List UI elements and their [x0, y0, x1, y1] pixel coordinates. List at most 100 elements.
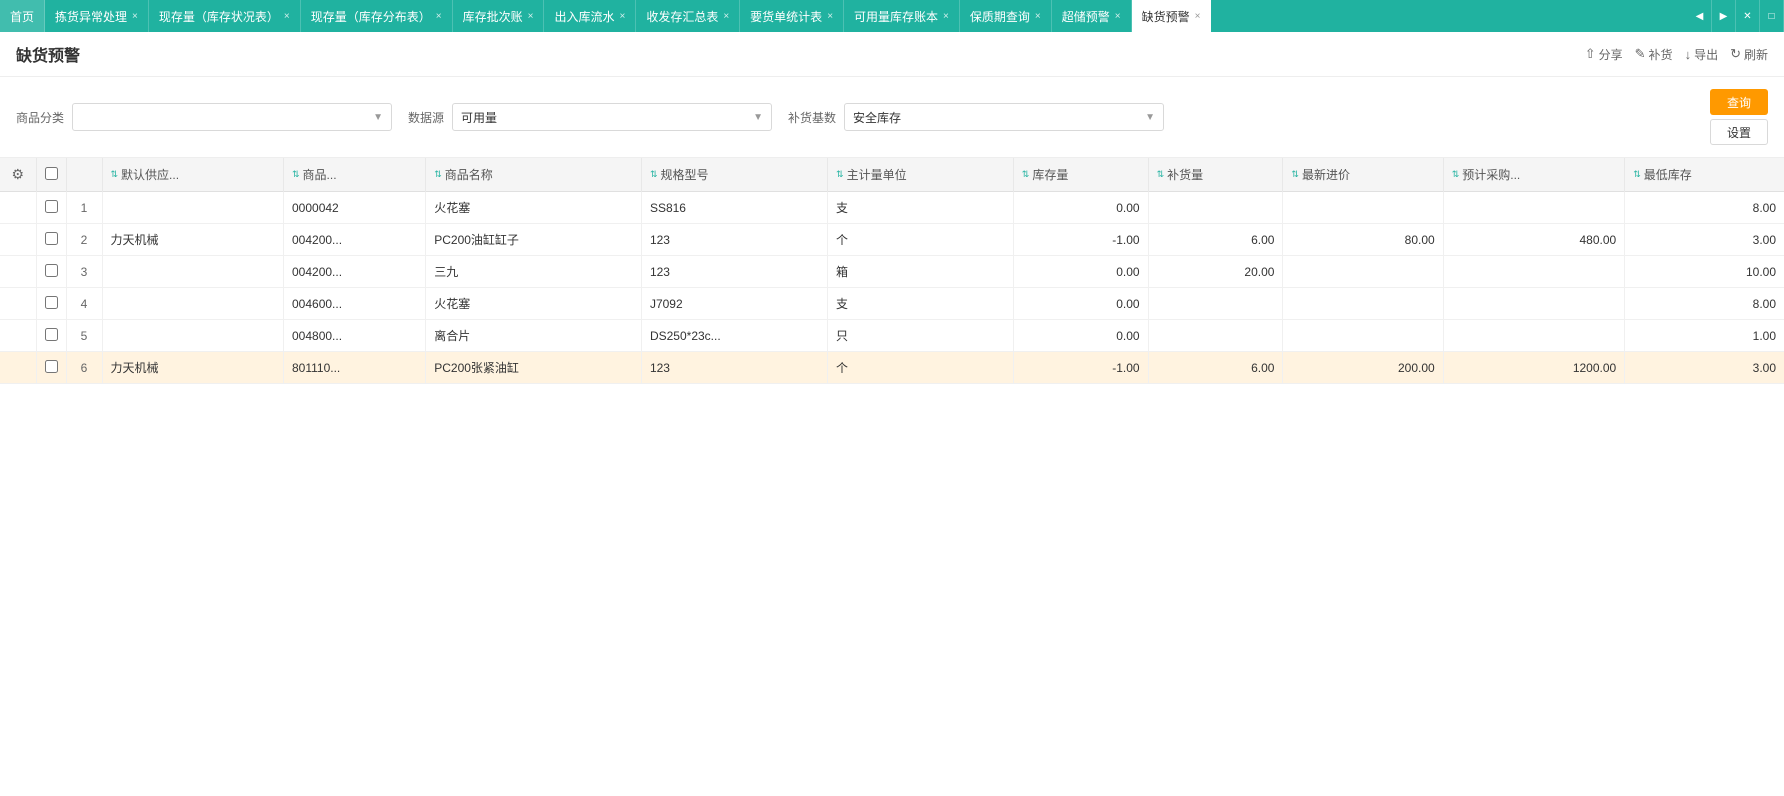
tab-close-6[interactable]: × — [723, 11, 729, 22]
sort-icon-est-purchase: ⇅ — [1452, 169, 1460, 180]
td-check-1 — [36, 224, 66, 256]
page-title: 缺货预警 — [16, 42, 80, 66]
datasource-label: 数据源 — [408, 109, 444, 126]
row-checkbox-3[interactable] — [45, 296, 58, 309]
th-stock: ⇅ 库存量 — [1013, 158, 1148, 192]
td-gear-4 — [0, 320, 36, 352]
tab-shelf-life[interactable]: 保质期查询 × — [960, 0, 1052, 32]
tab-batch-account[interactable]: 库存批次账 × — [453, 0, 545, 32]
tab-overstock[interactable]: 超储预警 × — [1052, 0, 1132, 32]
tab-close-9[interactable]: × — [1035, 11, 1041, 22]
table-row: 1 0000042 火花塞 SS816 支 0.00 8.00 — [0, 192, 1784, 224]
tab-stock-dist[interactable]: 现存量（库存分布表） × — [301, 0, 453, 32]
query-button[interactable]: 查询 — [1710, 89, 1768, 115]
replenish-base-filter-group: 补货基数 安全库存 ▼ — [788, 103, 1164, 131]
td-stock-5: -1.00 — [1013, 352, 1148, 384]
sort-icon-spec: ⇅ — [650, 169, 658, 180]
tab-pick-exception[interactable]: 拣货异常处理 × — [45, 0, 149, 32]
category-select[interactable]: ▼ — [72, 103, 392, 131]
td-gear-0 — [0, 192, 36, 224]
tab-nav-next[interactable]: ▶ — [1712, 0, 1736, 32]
td-rownum-0: 1 — [66, 192, 102, 224]
tab-shortage-warning[interactable]: 缺货预警 × — [1132, 0, 1212, 32]
tab-close-5[interactable]: × — [619, 11, 625, 22]
tab-inout-flow[interactable]: 出入库流水 × — [544, 0, 636, 32]
td-unit-3: 支 — [828, 288, 1014, 320]
td-price-0 — [1283, 192, 1443, 224]
refresh-button[interactable]: ↻ 刷新 — [1730, 46, 1768, 63]
td-gear-3 — [0, 288, 36, 320]
td-rownum-4: 5 — [66, 320, 102, 352]
tab-close-10[interactable]: × — [1115, 11, 1121, 22]
td-unit-4: 只 — [828, 320, 1014, 352]
replenish-base-select[interactable]: 安全库存 ▼ — [844, 103, 1164, 131]
sort-icon-stock: ⇅ — [1022, 169, 1030, 180]
filter-actions: 查询 设置 — [1710, 89, 1768, 145]
main-content: 缺货预警 ⇧ 分享 ✎ 补货 ↓ 导出 ↻ 刷新 商品分类 — [0, 32, 1784, 796]
tab-nav-prev[interactable]: ◀ — [1688, 0, 1712, 32]
gear-settings-icon[interactable]: ⚙ — [11, 166, 24, 182]
tab-close-4[interactable]: × — [528, 11, 534, 22]
row-checkbox-2[interactable] — [45, 264, 58, 277]
settings-button[interactable]: 设置 — [1710, 119, 1768, 145]
tab-requisition-stats[interactable]: 要货单统计表 × — [740, 0, 844, 32]
td-min-stock-5: 3.00 — [1625, 352, 1784, 384]
share-icon: ⇧ — [1585, 46, 1596, 62]
export-button[interactable]: ↓ 导出 — [1685, 46, 1719, 63]
datasource-select[interactable]: 可用量 ▼ — [452, 103, 772, 131]
tab-stock-status[interactable]: 现存量（库存状况表） × — [149, 0, 301, 32]
td-rownum-5: 6 — [66, 352, 102, 384]
header-actions: ⇧ 分享 ✎ 补货 ↓ 导出 ↻ 刷新 — [1585, 46, 1768, 63]
td-min-stock-2: 10.00 — [1625, 256, 1784, 288]
table-row: 2 力天机械 004200... PC200油缸缸子 123 个 -1.00 6… — [0, 224, 1784, 256]
td-spec-5: 123 — [641, 352, 827, 384]
tab-nav-buttons: ◀ ▶ ✕ □ — [1688, 0, 1784, 32]
table-body: 1 0000042 火花塞 SS816 支 0.00 8.00 2 力天机械 0… — [0, 192, 1784, 384]
tab-home[interactable]: 首页 — [0, 0, 45, 32]
th-product-name: ⇅ 商品名称 — [426, 158, 642, 192]
td-gear-5 — [0, 352, 36, 384]
td-spec-3: J7092 — [641, 288, 827, 320]
sort-icon-min-stock: ⇅ — [1633, 169, 1641, 180]
select-all-checkbox[interactable] — [45, 167, 58, 180]
tab-bar: 首页 拣货异常处理 × 现存量（库存状况表） × 现存量（库存分布表） × 库存… — [0, 0, 1784, 32]
tab-nav-fullscreen[interactable]: □ — [1760, 0, 1784, 32]
td-stock-4: 0.00 — [1013, 320, 1148, 352]
th-row-num — [66, 158, 102, 192]
tab-close-3[interactable]: × — [436, 11, 442, 22]
th-product-code: ⇅ 商品... — [284, 158, 426, 192]
tab-close-2[interactable]: × — [284, 11, 290, 22]
share-button[interactable]: ⇧ 分享 — [1585, 46, 1623, 63]
filter-bar: 商品分类 ▼ 数据源 可用量 ▼ 补货基数 安全库存 ▼ 查询 设置 — [0, 77, 1784, 158]
tab-available-ledger[interactable]: 可用量库存账本 × — [844, 0, 960, 32]
td-rownum-1: 2 — [66, 224, 102, 256]
sort-icon-supplier: ⇅ — [111, 169, 119, 180]
replenish-button[interactable]: ✎ 补货 — [1635, 46, 1673, 63]
tab-nav-close-current[interactable]: ✕ — [1736, 0, 1760, 32]
td-est-purchase-0 — [1443, 192, 1625, 224]
td-gear-1 — [0, 224, 36, 256]
row-checkbox-5[interactable] — [45, 360, 58, 373]
row-checkbox-4[interactable] — [45, 328, 58, 341]
td-name-4: 离合片 — [426, 320, 642, 352]
tab-close-1[interactable]: × — [132, 11, 138, 22]
td-spec-2: 123 — [641, 256, 827, 288]
td-est-purchase-3 — [1443, 288, 1625, 320]
tab-close-7[interactable]: × — [827, 11, 833, 22]
td-unit-0: 支 — [828, 192, 1014, 224]
sort-icon-name: ⇅ — [434, 169, 442, 180]
tab-close-11[interactable]: × — [1195, 11, 1201, 22]
td-supplier-2 — [102, 256, 284, 288]
td-name-1: PC200油缸缸子 — [426, 224, 642, 256]
replenish-icon: ✎ — [1635, 46, 1646, 62]
row-checkbox-0[interactable] — [45, 200, 58, 213]
td-name-0: 火花塞 — [426, 192, 642, 224]
td-rownum-2: 3 — [66, 256, 102, 288]
tab-close-8[interactable]: × — [943, 11, 949, 22]
td-price-3 — [1283, 288, 1443, 320]
row-checkbox-1[interactable] — [45, 232, 58, 245]
th-latest-price: ⇅ 最新进价 — [1283, 158, 1443, 192]
td-unit-5: 个 — [828, 352, 1014, 384]
td-replenish-5: 6.00 — [1148, 352, 1283, 384]
tab-receive-summary[interactable]: 收发存汇总表 × — [636, 0, 740, 32]
